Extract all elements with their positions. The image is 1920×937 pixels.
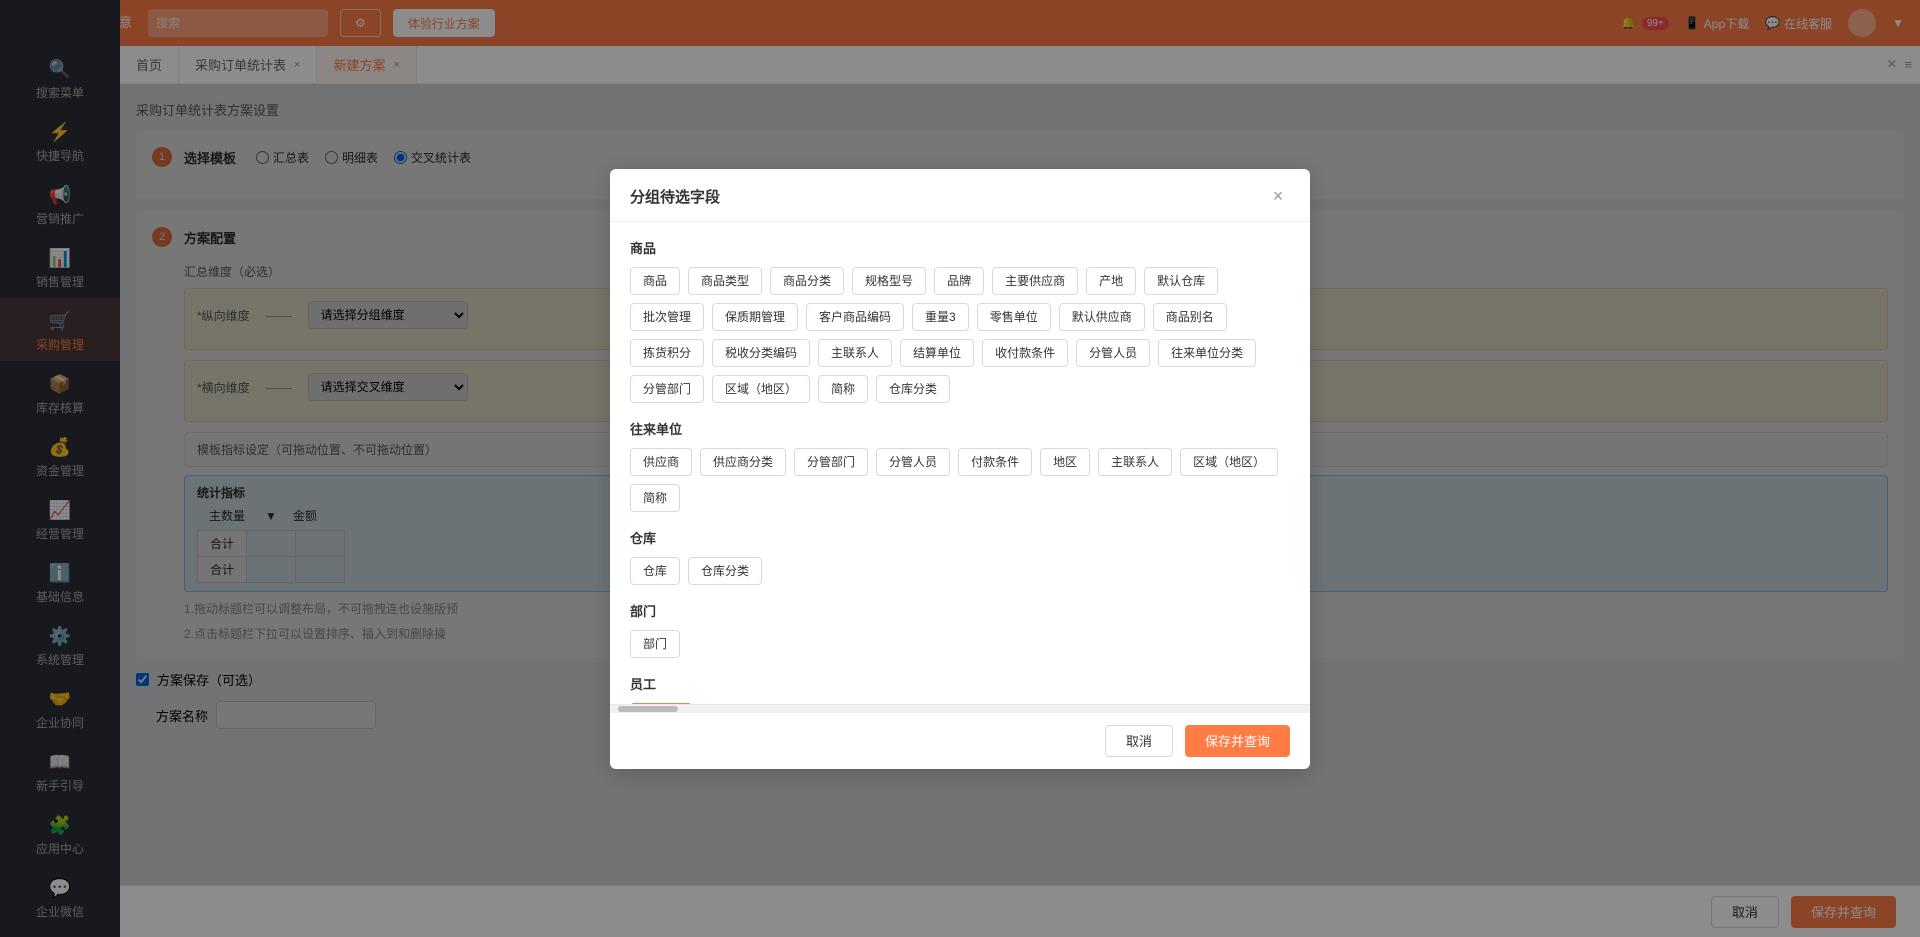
field-tag-warehouse[interactable]: 仓库 xyxy=(630,557,680,585)
field-tags-product: 商品 商品类型 商品分类 规格型号 品牌 主要供应商 产地 默认仓库 批次管理 … xyxy=(630,267,1290,403)
field-tag-dept[interactable]: 分管部门 xyxy=(630,375,704,403)
field-tag-origin[interactable]: 产地 xyxy=(1086,267,1136,295)
field-tag-weight3[interactable]: 重量3 xyxy=(912,303,969,331)
dialog-horizontal-scrollbar[interactable] xyxy=(610,704,1310,712)
field-tag-region[interactable]: 区域（地区） xyxy=(712,375,810,403)
field-tag-warehouse-cat[interactable]: 仓库分类 xyxy=(876,375,950,403)
field-tag-pick-score[interactable]: 拣货积分 xyxy=(630,339,704,367)
field-tag-product[interactable]: 商品 xyxy=(630,267,680,295)
field-tag-department[interactable]: 部门 xyxy=(630,630,680,658)
dialog-confirm-button[interactable]: 保存并查询 xyxy=(1185,725,1290,757)
field-tag-partner-category[interactable]: 往来单位分类 xyxy=(1158,339,1256,367)
field-tag-warehouse-category[interactable]: 仓库分类 xyxy=(688,557,762,585)
section-title-warehouse: 仓库 xyxy=(630,528,1290,547)
field-tags-warehouse: 仓库 仓库分类 xyxy=(630,557,1290,585)
field-tag-supplier-cat[interactable]: 供应商分类 xyxy=(700,448,786,476)
field-tag-area[interactable]: 地区 xyxy=(1040,448,1090,476)
dialog-cancel-button[interactable]: 取消 xyxy=(1105,725,1173,757)
field-tag-partner-contact[interactable]: 主联系人 xyxy=(1098,448,1172,476)
field-tag-customer-code[interactable]: 客户商品编码 xyxy=(806,303,904,331)
dialog-close-button[interactable]: × xyxy=(1266,185,1290,209)
section-title-partner: 往来单位 xyxy=(630,419,1290,438)
field-tag-product-alias[interactable]: 商品别名 xyxy=(1153,303,1227,331)
field-tags-department: 部门 xyxy=(630,630,1290,658)
dialog-group-fields: 分组待选字段 × 商品 商品 商品类型 商品分类 规格型号 品牌 主要供应商 产… xyxy=(610,169,1310,769)
field-section-employee: 员工 业务员 xyxy=(630,674,1290,704)
field-tag-abbr[interactable]: 简称 xyxy=(818,375,868,403)
field-tag-spec-model[interactable]: 规格型号 xyxy=(852,267,926,295)
section-title-employee: 员工 xyxy=(630,674,1290,693)
field-tag-manager[interactable]: 分管人员 xyxy=(1076,339,1150,367)
field-tag-partner-dept[interactable]: 分管部门 xyxy=(794,448,868,476)
field-tag-settle-unit[interactable]: 结算单位 xyxy=(900,339,974,367)
field-tag-tax-code[interactable]: 税收分类编码 xyxy=(712,339,810,367)
field-tag-main-contact[interactable]: 主联系人 xyxy=(818,339,892,367)
field-tag-product-category[interactable]: 商品分类 xyxy=(770,267,844,295)
field-section-partner: 往来单位 供应商 供应商分类 分管部门 分管人员 付款条件 地区 主联系人 区域… xyxy=(630,419,1290,512)
section-title-department: 部门 xyxy=(630,601,1290,620)
field-tag-brand[interactable]: 品牌 xyxy=(934,267,984,295)
dialog-scrollbar-thumb[interactable] xyxy=(618,706,678,712)
field-tag-partner-region[interactable]: 区域（地区） xyxy=(1180,448,1278,476)
field-tags-partner: 供应商 供应商分类 分管部门 分管人员 付款条件 地区 主联系人 区域（地区） … xyxy=(630,448,1290,512)
field-tag-partner-abbr[interactable]: 简称 xyxy=(630,484,680,512)
dialog-footer: 取消 保存并查询 xyxy=(610,712,1310,769)
field-tag-expiry-mgmt[interactable]: 保质期管理 xyxy=(712,303,798,331)
field-section-department: 部门 部门 xyxy=(630,601,1290,658)
dialog-title: 分组待选字段 xyxy=(630,186,720,207)
field-tag-retail-unit[interactable]: 零售单位 xyxy=(977,303,1051,331)
field-tag-partner-manager[interactable]: 分管人员 xyxy=(876,448,950,476)
field-section-product: 商品 商品 商品类型 商品分类 规格型号 品牌 主要供应商 产地 默认仓库 批次… xyxy=(630,238,1290,403)
field-tag-default-supplier[interactable]: 默认供应商 xyxy=(1059,303,1145,331)
field-section-warehouse: 仓库 仓库 仓库分类 xyxy=(630,528,1290,585)
modal-overlay: 分组待选字段 × 商品 商品 商品类型 商品分类 规格型号 品牌 主要供应商 产… xyxy=(0,0,1920,937)
field-tag-default-warehouse[interactable]: 默认仓库 xyxy=(1144,267,1218,295)
field-tag-payment-terms[interactable]: 收付款条件 xyxy=(982,339,1068,367)
section-title-product: 商品 xyxy=(630,238,1290,257)
field-tag-payment-cond[interactable]: 付款条件 xyxy=(958,448,1032,476)
field-tag-product-type[interactable]: 商品类型 xyxy=(688,267,762,295)
dialog-header: 分组待选字段 × xyxy=(610,169,1310,222)
field-tag-batch-mgmt[interactable]: 批次管理 xyxy=(630,303,704,331)
field-tag-main-supplier[interactable]: 主要供应商 xyxy=(992,267,1078,295)
dialog-body: 商品 商品 商品类型 商品分类 规格型号 品牌 主要供应商 产地 默认仓库 批次… xyxy=(610,222,1310,704)
field-tag-supplier[interactable]: 供应商 xyxy=(630,448,692,476)
